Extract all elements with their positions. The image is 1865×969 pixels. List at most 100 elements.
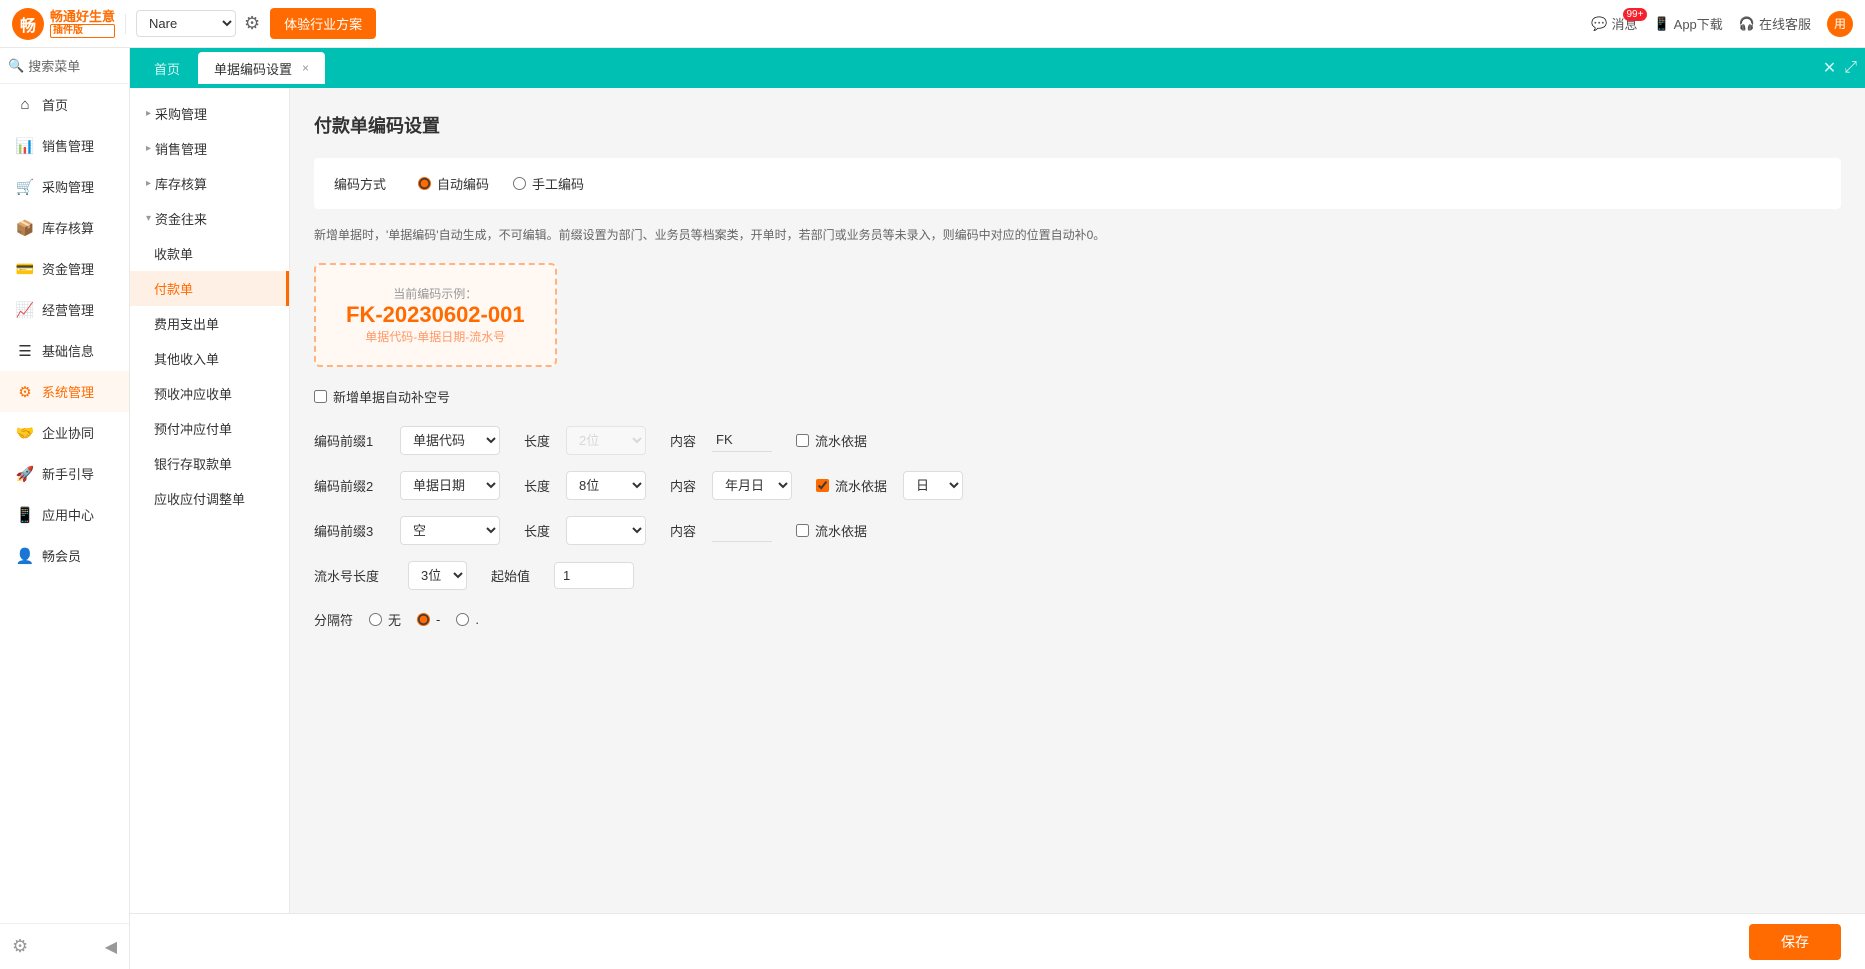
system-icon: ⚙ (16, 383, 34, 401)
prefix-select-0[interactable]: 单据代码 (400, 426, 500, 455)
serial-period-select-1[interactable]: 日 (903, 471, 963, 500)
sub-sidebar: ▸采购管理▸销售管理▸库存核算▾资金往来收款单付款单费用支出单其他收入单预收冲应… (130, 88, 290, 913)
sidebar-item-inventory[interactable]: 📦 库存核算 (0, 207, 129, 248)
sidebar-item-collab[interactable]: 🤝企业协同 (0, 412, 129, 453)
message-btn[interactable]: 💬 消息 99+ (1591, 14, 1637, 33)
sub-item-银行存取款单[interactable]: 银行存取款单 (130, 446, 289, 481)
sub-item-预付冲应付单[interactable]: 预付冲应付单 (130, 411, 289, 446)
sidebar-collapse-icon[interactable]: ◀ (105, 937, 117, 957)
sidebar-settings-icon[interactable]: ⚙ (12, 936, 28, 957)
bottom-bar: 保存 (130, 913, 1865, 969)
serial-checkbox-0[interactable] (796, 434, 809, 447)
tab-单据编码设置[interactable]: 单据编码设置× (198, 52, 325, 84)
sidebar-item-label: 销售管理 (42, 136, 94, 155)
form-row-2: 编码前缀3 空 长度 内容 流水依据 (314, 516, 1841, 545)
prefix-select-1[interactable]: 单据日期 (400, 471, 500, 500)
serial-label-1: 流水依据 (835, 476, 887, 495)
sub-group-header-库存核算[interactable]: ▸库存核算 (130, 166, 289, 201)
sep-dash-radio[interactable] (417, 613, 430, 626)
serial-length-select[interactable]: 3位 (408, 561, 467, 590)
serial-checkbox-1[interactable] (816, 479, 829, 492)
sidebar-item-sales[interactable]: 📊 销售管理 (0, 125, 129, 166)
serial-checkbox-wrap-2: 流水依据 (796, 521, 867, 540)
serial-start-input[interactable] (554, 562, 634, 589)
settings-icon[interactable]: ⚙ (244, 13, 260, 34)
sep-dash-option[interactable]: - (417, 612, 440, 627)
sub-group-header-资金往来[interactable]: ▾资金往来 (130, 201, 289, 236)
tab-close-btn[interactable]: ✕ (1823, 58, 1836, 78)
content-select-1[interactable]: 年月日 (712, 471, 792, 500)
length-select-1[interactable]: 8位 (566, 471, 646, 500)
download-icon: 📱 (1653, 16, 1669, 32)
sidebar-item-label: 库存核算 (42, 218, 94, 237)
app-download-btn[interactable]: 📱 App下载 (1653, 14, 1722, 33)
sidebar-item-basic[interactable]: ☰基础信息 (0, 330, 129, 371)
sidebar-item-label: 畅会员 (42, 546, 81, 565)
content-label-2: 内容 (670, 521, 696, 540)
sidebar: 🔍 搜索菜单 ⌂ 首页 📊 销售管理 🛒采购管理 📦 库存核算 💳资金管理📈经营管理☰基础信息… (0, 48, 130, 969)
sub-item-预收冲应收单[interactable]: 预收冲应收单 (130, 376, 289, 411)
home-icon: ⌂ (16, 96, 34, 114)
right-section: 首页单据编码设置× ✕ ⤢ ▸采购管理▸销售管理▸库存核算▾资金往来收款单付款单… (130, 48, 1865, 969)
content-label-0: 内容 (670, 431, 696, 450)
topbar-left: 畅 畅通好生意 插件版 Nare ⚙ 体验行业方案 (12, 8, 376, 40)
sep-dash-label: - (436, 612, 440, 627)
length-label-0: 长度 (524, 431, 550, 450)
sep-dot-option[interactable]: . (456, 612, 479, 627)
tab-首页[interactable]: 首页 (138, 52, 196, 84)
sub-group-header-采购管理[interactable]: ▸采购管理 (130, 96, 289, 131)
auto-fill-row: 新增单据自动补空号 (314, 387, 1841, 406)
sidebar-item-label: 采购管理 (42, 177, 94, 196)
sidebar-item-appstore[interactable]: 📱应用中心 (0, 494, 129, 535)
sub-item-其他收入单[interactable]: 其他收入单 (130, 341, 289, 376)
tab-expand-btn[interactable]: ⤢ (1844, 58, 1857, 78)
topbar-nav: Nare ⚙ (136, 10, 260, 37)
sidebar-item-member[interactable]: 👤 畅会员 (0, 535, 129, 576)
auto-encode-radio[interactable] (418, 177, 431, 190)
sales-icon: 📊 (16, 137, 34, 155)
manual-encode-radio[interactable] (513, 177, 526, 190)
auto-fill-checkbox[interactable] (314, 390, 327, 403)
sub-item-收款单[interactable]: 收款单 (130, 236, 289, 271)
serial-checkbox-2[interactable] (796, 524, 809, 537)
logo-icon: 畅 (12, 8, 44, 40)
logo-badge: 插件版 (50, 24, 115, 38)
sidebar-item-guide[interactable]: 🚀新手引导 (0, 453, 129, 494)
sidebar-item-finance[interactable]: 💳资金管理 (0, 248, 129, 289)
group-label: 销售管理 (155, 139, 207, 158)
sidebar-item-label: 首页 (42, 95, 68, 114)
sep-dot-radio[interactable] (456, 613, 469, 626)
message-badge: 99+ (1623, 8, 1648, 21)
length-select-2[interactable] (566, 516, 646, 545)
inventory-icon: 📦 (16, 219, 34, 237)
auto-encode-option[interactable]: 自动编码 (418, 174, 489, 193)
sub-item-费用支出单[interactable]: 费用支出单 (130, 306, 289, 341)
sub-item-应收应付调整单[interactable]: 应收应付调整单 (130, 481, 289, 516)
main-content: 付款单编码设置 编码方式 自动编码 手工编码 (290, 88, 1865, 913)
auto-fill-label: 新增单据自动补空号 (333, 387, 450, 406)
sep-none-radio[interactable] (369, 613, 382, 626)
content-input-2[interactable] (712, 518, 772, 542)
sidebar-item-business[interactable]: 📈经营管理 (0, 289, 129, 330)
member-icon: 👤 (16, 547, 34, 565)
arrow-icon: ▾ (146, 213, 151, 224)
serial-checkbox-wrap-0: 流水依据 (796, 431, 867, 450)
manual-encode-option[interactable]: 手工编码 (513, 174, 584, 193)
experience-btn[interactable]: 体验行业方案 (270, 8, 376, 39)
online-service-btn[interactable]: 🎧 在线客服 (1739, 14, 1811, 33)
sidebar-item-home[interactable]: ⌂ 首页 (0, 84, 129, 125)
sidebar-item-purchase[interactable]: 🛒采购管理 (0, 166, 129, 207)
tab-close-icon[interactable]: × (302, 61, 309, 75)
content-input-0[interactable] (712, 428, 772, 452)
sidebar-item-system[interactable]: ⚙系统管理 (0, 371, 129, 412)
sidebar-search-btn[interactable]: 🔍 搜索菜单 (0, 48, 129, 84)
sub-group-header-销售管理[interactable]: ▸销售管理 (130, 131, 289, 166)
business-icon: 📈 (16, 301, 34, 319)
sub-item-付款单[interactable]: 付款单 (130, 271, 289, 306)
search-label: 搜索菜单 (28, 56, 80, 75)
sep-none-option[interactable]: 无 (369, 610, 401, 629)
save-button[interactable]: 保存 (1749, 924, 1841, 960)
prefix-select-2[interactable]: 空 (400, 516, 500, 545)
user-avatar[interactable]: 用 (1827, 11, 1853, 37)
company-selector[interactable]: Nare (136, 10, 236, 37)
